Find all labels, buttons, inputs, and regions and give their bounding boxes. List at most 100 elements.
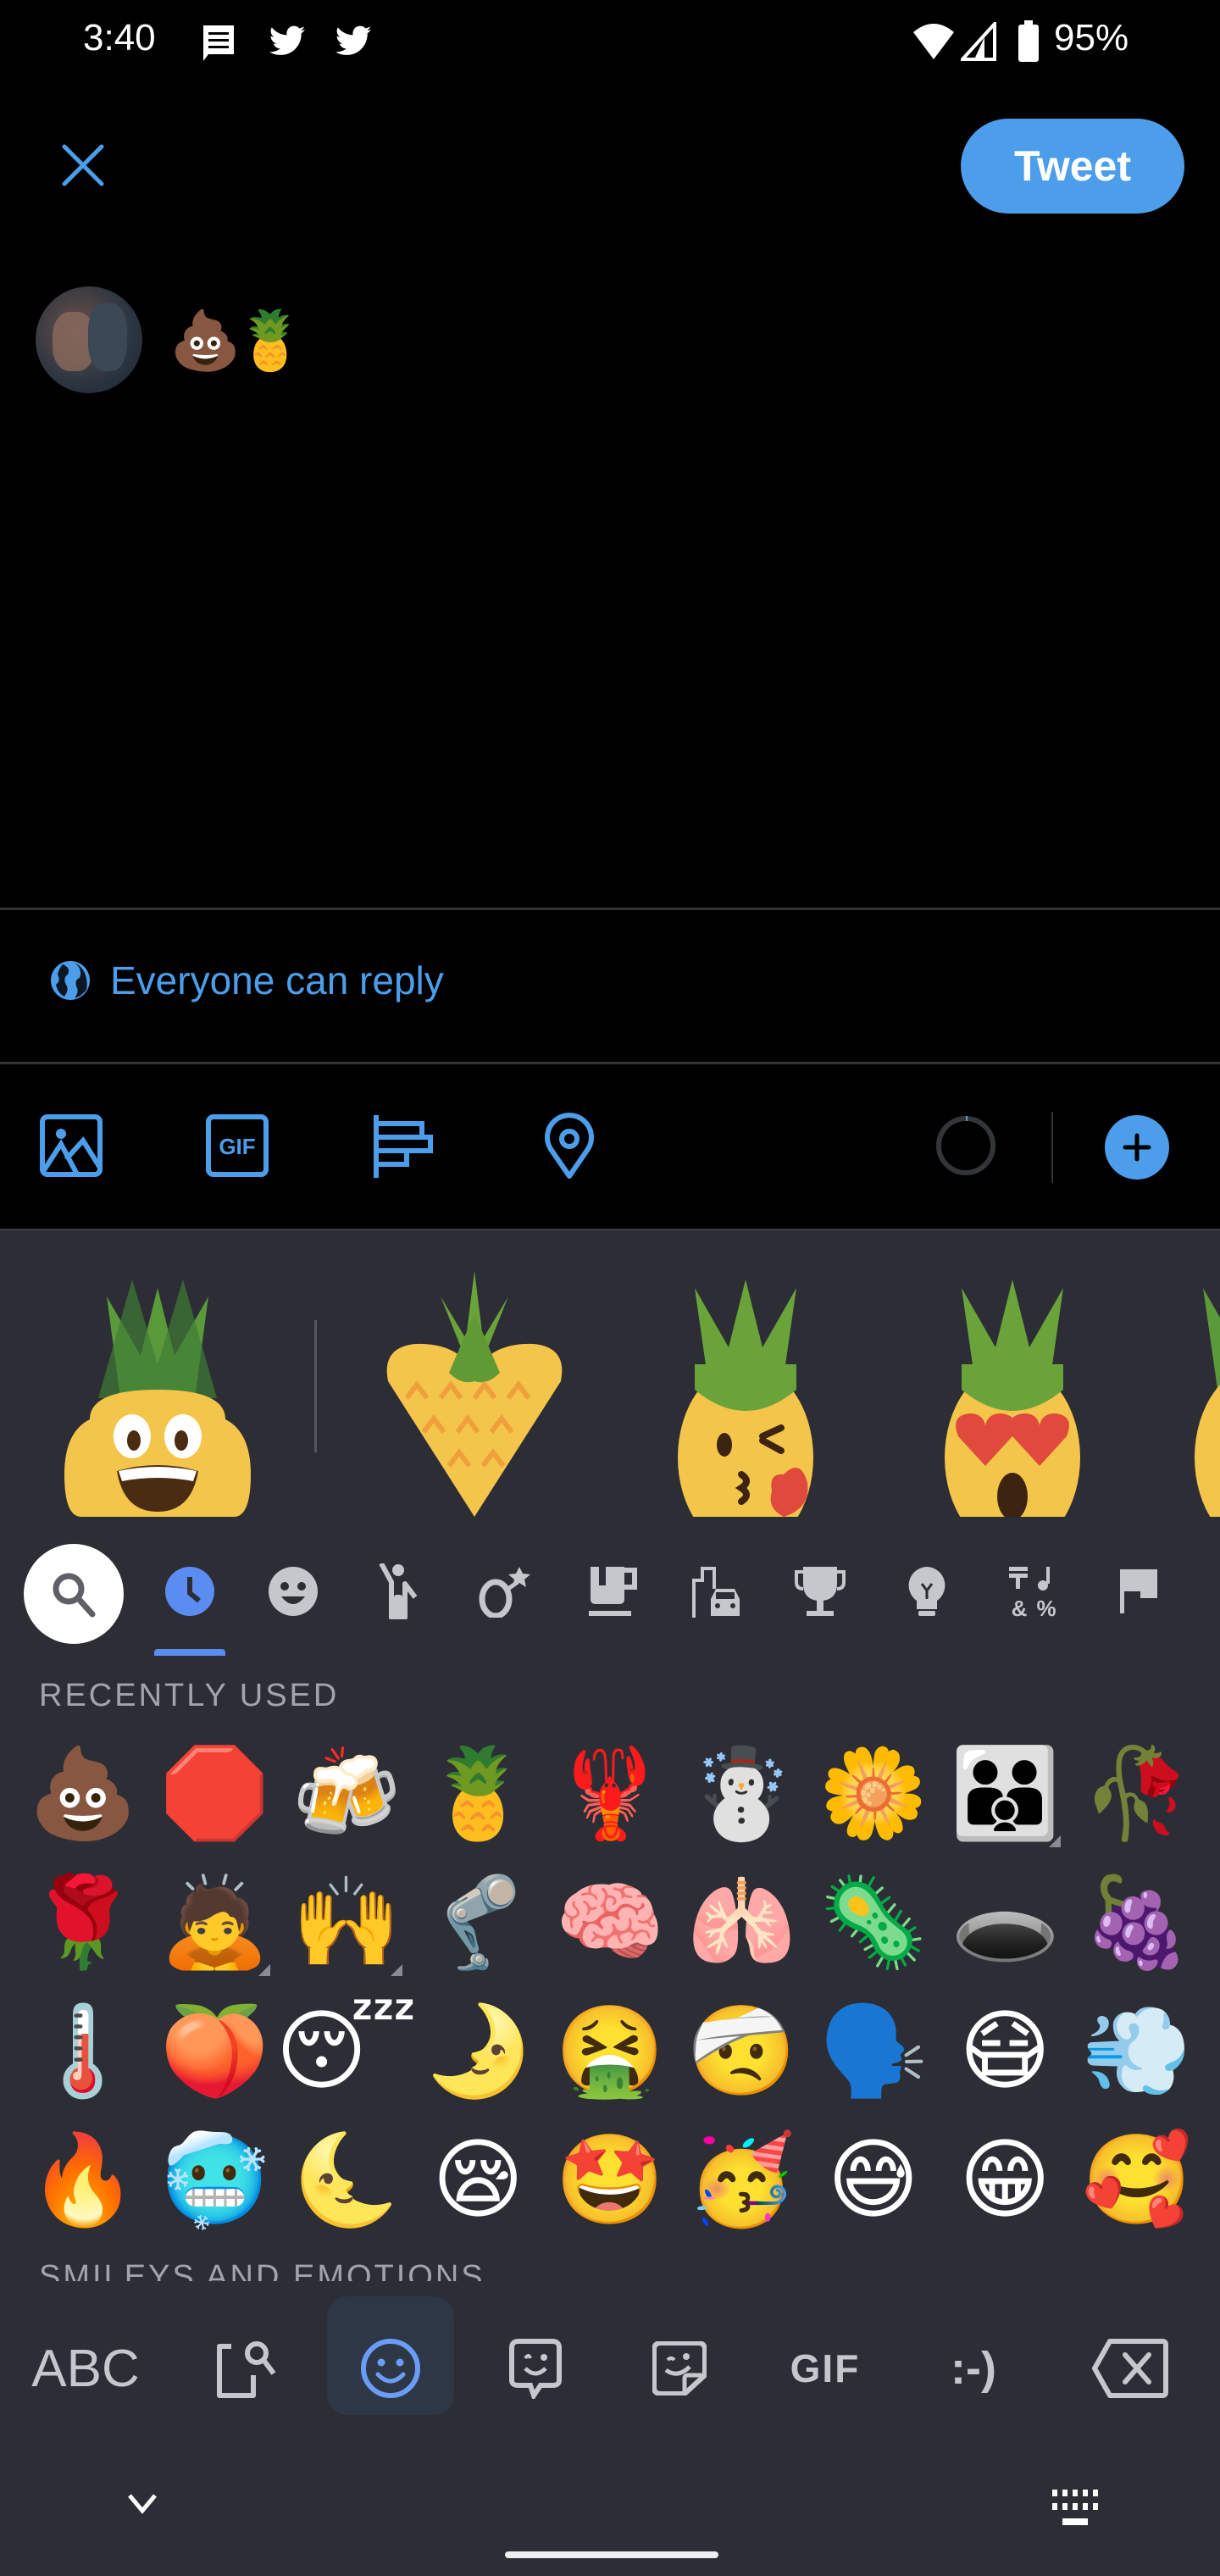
emoji-key[interactable]: 🌛 [413,1986,545,2115]
backspace-button[interactable] [1088,2322,1173,2415]
toolbar-separator [1051,1112,1053,1183]
emoji-key[interactable]: 🌜 [280,2115,413,2244]
sticker-pineapple-heart[interactable] [364,1263,585,1517]
section-label-smileys: SMILEYS AND EMOTIONS [39,2259,485,2281]
emoji-key[interactable]: 🧠 [544,1857,676,1986]
emoji-glyph: 🍍 [423,1741,534,1845]
add-tweet-button[interactable] [1105,1115,1169,1180]
car-building-icon [692,1567,740,1618]
emoji-key[interactable]: 🌹 [17,1857,149,1986]
emoji-key[interactable]: 💩 [17,1729,149,1857]
reply-setting-button[interactable]: Everyone can reply [49,958,444,1003]
sticker-pineapple-kiss[interactable] [635,1263,856,1517]
location-icon[interactable] [535,1112,603,1180]
poll-icon[interactable] [369,1112,437,1180]
emoji-key[interactable]: 🥀 [1071,1729,1203,1857]
emoji-key[interactable]: 🤩 [544,2115,676,2244]
emoji-key[interactable]: 🥶 [149,2115,281,2244]
emoji-key[interactable]: 🍍 [413,1729,545,1857]
emoji-key[interactable]: 😷 [940,1986,1072,2115]
emoji-glyph: 😁 [959,2128,1051,2231]
category-people[interactable] [366,1557,434,1625]
emoji-key[interactable]: 💨 [1071,1986,1203,2115]
flag-icon [1120,1569,1157,1613]
sticker-button[interactable] [646,2322,713,2415]
emoji-glyph: 🙌 [291,1870,402,1974]
sticker-search-button[interactable] [208,2322,285,2415]
category-travel-places[interactable] [683,1557,751,1625]
category-activities[interactable] [786,1557,854,1625]
emoji-key[interactable]: 😪 [413,2115,545,2244]
bitmoji-button[interactable] [502,2322,569,2415]
emoji-key[interactable]: 🤮 [544,1986,676,2115]
emoji-key[interactable]: 🗣️ [807,1986,940,2115]
gif-icon[interactable]: GIF [203,1112,271,1180]
active-category-indicator [154,1649,225,1656]
tweet-button[interactable]: Tweet [961,119,1184,214]
emoji-key[interactable]: 🍑 [149,1986,281,2115]
character-counter [936,1116,995,1175]
divider [0,908,1220,910]
sticker-icon [652,2341,707,2396]
emoji-key[interactable]: 😅 [807,2115,940,2244]
category-recent[interactable] [156,1557,224,1625]
emoji-key[interactable]: 🥳 [676,2115,808,2244]
image-icon[interactable] [37,1112,105,1180]
emoji-search-button[interactable] [24,1544,124,1644]
emoji-key[interactable]: 🍻 [280,1729,413,1857]
emoji-glyph: 🥀 [1082,1741,1192,1845]
emoji-key[interactable]: 🔥 [17,2115,149,2244]
sticker-pineapple-grinning[interactable] [47,1263,268,1517]
emoji-glyph: 😪 [432,2128,524,2231]
emoji-key[interactable]: 🦠 [807,1857,940,1986]
emoji-glyph: 🤩 [555,2128,665,2231]
category-objects[interactable] [893,1557,961,1625]
emoji-tab-button[interactable] [352,2322,429,2415]
category-animals-nature[interactable] [471,1557,539,1625]
coffee-icon [589,1567,637,1616]
emoticon-tab-button[interactable]: :-) [935,2322,1012,2415]
emoji-key[interactable]: ☃️ [676,1729,808,1857]
category-symbols[interactable]: &% [1000,1557,1068,1625]
avatar[interactable] [36,286,142,393]
emoji-glyph: 🛑 [159,1741,270,1845]
emoji-key[interactable]: 🍇 [1071,1857,1203,1986]
emoji-key[interactable]: 🙌 [280,1857,413,1986]
category-food-drink[interactable] [578,1557,646,1625]
emoji-key[interactable]: 🫁 [676,1857,808,1986]
emoji-key[interactable]: 😴 [275,1986,417,2115]
emoji-key[interactable]: 🌡️ [17,1986,149,2115]
emoji-key[interactable]: 👪 [940,1729,1072,1857]
emoji-key[interactable]: 🕳️ [940,1857,1072,1986]
emoji-key[interactable]: 🙇 [149,1857,281,1986]
sticker-pineapple-heart-eyes[interactable] [902,1263,1123,1517]
sticker-pineapple-partial[interactable] [1195,1263,1220,1517]
emoji-icon [361,2339,420,2398]
sticker-search-icon [217,2341,276,2398]
svg-text:%: % [1036,1596,1056,1618]
emoji-key[interactable]: 🤕 [676,1986,808,2115]
emoji-glyph: 🙇 [159,1870,270,1974]
category-smileys[interactable] [259,1557,327,1625]
emoji-glyph: 🌼 [818,1741,929,1845]
emoji-key[interactable]: 🦞 [544,1729,676,1857]
close-icon[interactable] [56,138,110,192]
emoji-glyph: 🌛 [423,1999,534,2102]
emoji-key[interactable]: 🥰 [1071,2115,1203,2244]
symbols-icon: &% [1009,1567,1056,1618]
gif-tab-button[interactable]: GIF [785,2322,866,2415]
keyboard-icon[interactable] [1051,2486,1106,2535]
chevron-down-icon[interactable] [123,2487,162,2521]
emoji-key[interactable]: 🌼 [807,1729,940,1857]
divider [0,1062,1220,1064]
abc-button[interactable]: ABC [30,2322,141,2415]
emoji-key[interactable]: 🛑 [149,1729,281,1857]
section-label-recently-used: RECENTLY USED [39,1678,340,1713]
search-icon [53,1573,96,1618]
emoji-key[interactable]: 😁 [940,2115,1072,2244]
category-flags[interactable] [1106,1557,1174,1625]
emoji-key[interactable]: 🦿 [413,1857,545,1986]
tweet-text-input[interactable]: 💩🍍 [169,303,306,380]
gesture-handle[interactable] [505,2551,718,2558]
skin-tone-variants-indicator [390,1964,402,1976]
